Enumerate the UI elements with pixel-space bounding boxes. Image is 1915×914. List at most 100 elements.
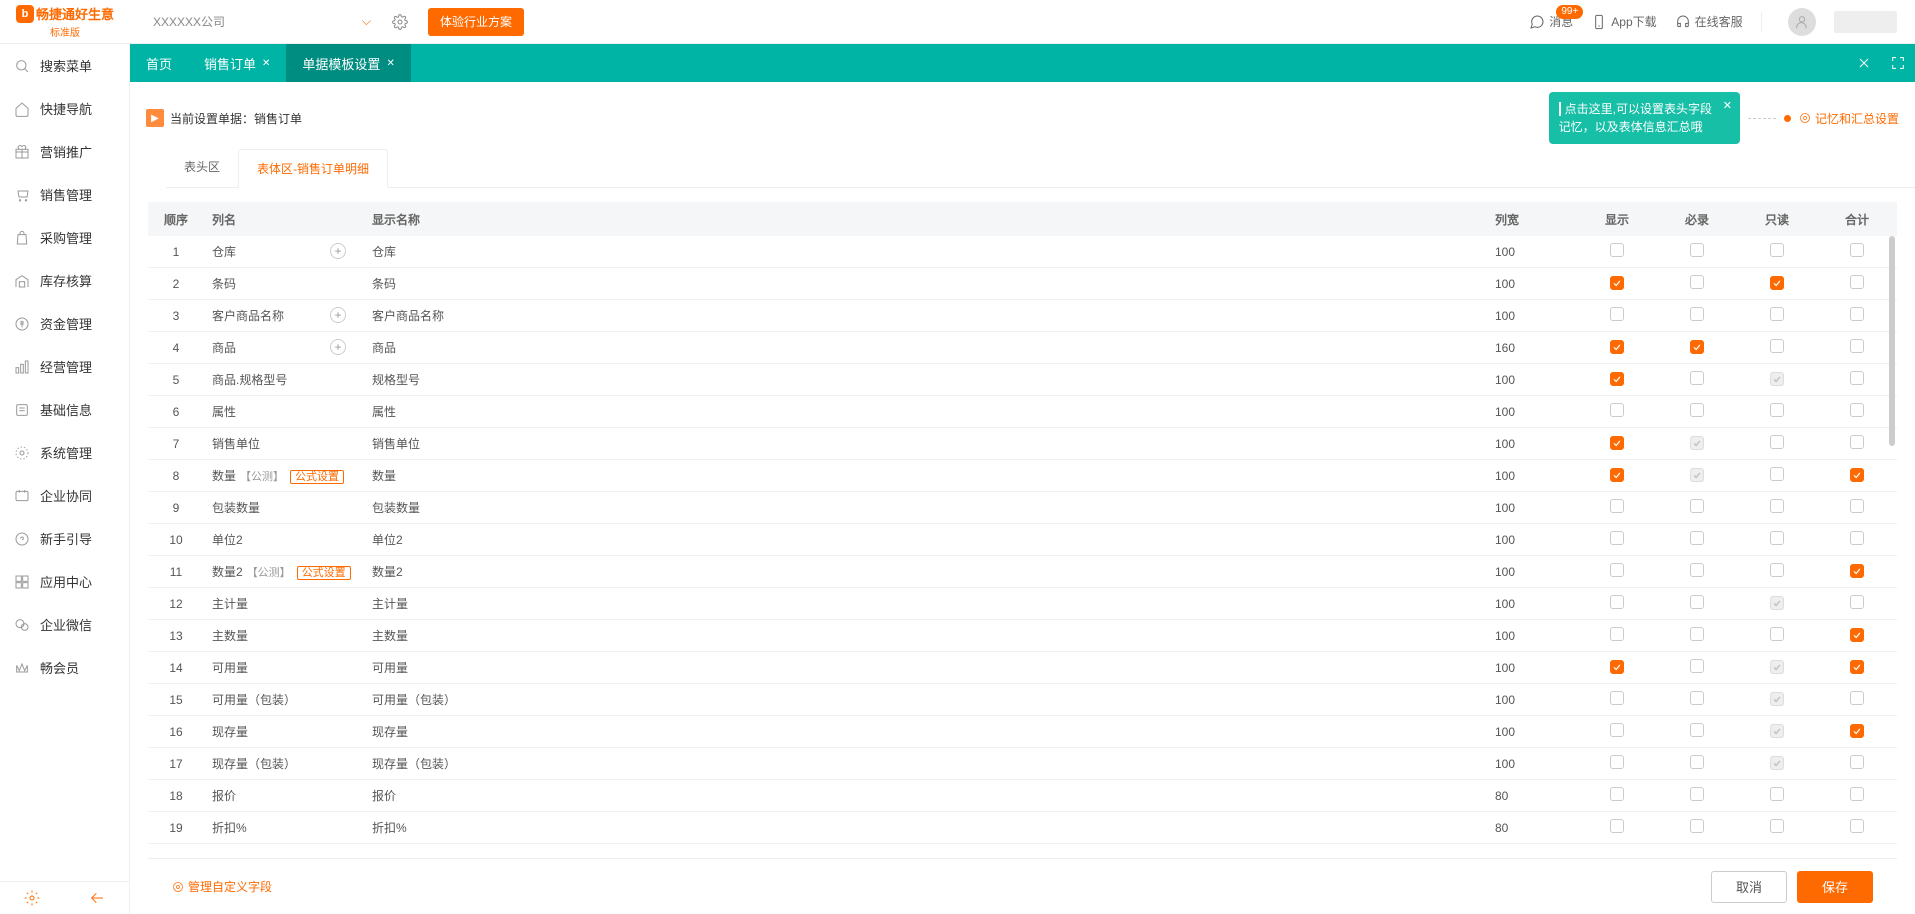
checkbox[interactable] — [1610, 595, 1624, 609]
cell-width[interactable]: 100 — [1487, 277, 1577, 291]
settings-button[interactable] — [388, 10, 412, 34]
tab-1[interactable]: 销售订单✕ — [188, 44, 286, 82]
checkbox[interactable] — [1690, 275, 1704, 289]
cell-width[interactable]: 100 — [1487, 693, 1577, 707]
checkbox[interactable] — [1610, 468, 1624, 482]
fullscreen-button[interactable] — [1881, 55, 1915, 71]
checkbox[interactable] — [1610, 403, 1624, 417]
cell-width[interactable]: 100 — [1487, 533, 1577, 547]
checkbox[interactable] — [1770, 724, 1784, 738]
checkbox[interactable] — [1690, 243, 1704, 257]
checkbox[interactable] — [1770, 435, 1784, 449]
cell-display[interactable]: 可用量（包装） — [364, 691, 1487, 708]
checkbox[interactable] — [1690, 627, 1704, 641]
checkbox[interactable] — [1850, 371, 1864, 385]
sidebar-item-12[interactable]: 应用中心 — [0, 560, 129, 603]
checkbox[interactable] — [1770, 276, 1784, 290]
cell-width[interactable]: 100 — [1487, 309, 1577, 323]
checkbox[interactable] — [1610, 723, 1624, 737]
checkbox[interactable] — [1770, 756, 1784, 770]
close-all-tabs[interactable] — [1847, 55, 1881, 71]
sidebar-item-10[interactable]: 企业协同 — [0, 474, 129, 517]
checkbox[interactable] — [1690, 691, 1704, 705]
checkbox[interactable] — [1690, 755, 1704, 769]
add-button[interactable]: + — [330, 339, 346, 355]
sidebar-item-11[interactable]: 新手引导 — [0, 517, 129, 560]
checkbox[interactable] — [1610, 819, 1624, 833]
checkbox[interactable] — [1770, 627, 1784, 641]
checkbox[interactable] — [1610, 787, 1624, 801]
cell-display[interactable]: 可用量 — [364, 659, 1487, 676]
scrollbar-thumb[interactable] — [1889, 236, 1895, 446]
cell-width[interactable]: 100 — [1487, 629, 1577, 643]
checkbox[interactable] — [1690, 340, 1704, 354]
messages-link[interactable]: 消息 99+ — [1529, 13, 1573, 30]
sidebar-item-7[interactable]: 经营管理 — [0, 345, 129, 388]
checkbox[interactable] — [1770, 307, 1784, 321]
save-button[interactable]: 保存 — [1797, 871, 1873, 903]
checkbox[interactable] — [1850, 691, 1864, 705]
cell-width[interactable]: 100 — [1487, 245, 1577, 259]
checkbox[interactable] — [1850, 468, 1864, 482]
checkbox[interactable] — [1850, 243, 1864, 257]
checkbox[interactable] — [1690, 403, 1704, 417]
cell-width[interactable]: 100 — [1487, 469, 1577, 483]
cell-width[interactable]: 100 — [1487, 597, 1577, 611]
checkbox[interactable] — [1610, 531, 1624, 545]
checkbox[interactable] — [1850, 595, 1864, 609]
sidebar-footer-collapse[interactable] — [65, 882, 130, 914]
checkbox[interactable] — [1610, 436, 1624, 450]
cell-display[interactable]: 折扣% — [364, 819, 1487, 836]
cell-display[interactable]: 单位2 — [364, 531, 1487, 548]
checkbox[interactable] — [1850, 787, 1864, 801]
cell-display[interactable]: 商品 — [364, 339, 1487, 356]
cell-width[interactable]: 100 — [1487, 437, 1577, 451]
checkbox[interactable] — [1770, 596, 1784, 610]
checkbox[interactable] — [1610, 372, 1624, 386]
checkbox[interactable] — [1850, 275, 1864, 289]
checkbox[interactable] — [1610, 660, 1624, 674]
checkbox[interactable] — [1610, 340, 1624, 354]
checkbox[interactable] — [1610, 307, 1624, 321]
cell-width[interactable]: 100 — [1487, 373, 1577, 387]
checkbox[interactable] — [1770, 372, 1784, 386]
avatar[interactable] — [1788, 8, 1816, 36]
tab-0[interactable]: 首页 — [130, 44, 188, 82]
sidebar-item-0[interactable]: 搜索菜单 — [0, 44, 129, 87]
cell-display[interactable]: 包装数量 — [364, 499, 1487, 516]
checkbox[interactable] — [1770, 339, 1784, 353]
checkbox[interactable] — [1690, 307, 1704, 321]
close-icon[interactable]: ✕ — [262, 58, 270, 69]
subtab-0[interactable]: 表头区 — [166, 148, 238, 187]
cell-width[interactable]: 160 — [1487, 341, 1577, 355]
add-button[interactable]: + — [330, 307, 346, 323]
checkbox[interactable] — [1850, 819, 1864, 833]
cell-display[interactable]: 主计量 — [364, 595, 1487, 612]
service-link[interactable]: 在线客服 — [1675, 13, 1743, 30]
solution-button[interactable]: 体验行业方案 — [428, 8, 524, 36]
checkbox[interactable] — [1850, 435, 1864, 449]
checkbox[interactable] — [1610, 276, 1624, 290]
checkbox[interactable] — [1850, 660, 1864, 674]
checkbox[interactable] — [1610, 691, 1624, 705]
checkbox[interactable] — [1690, 563, 1704, 577]
checkbox[interactable] — [1770, 819, 1784, 833]
sidebar-item-1[interactable]: 快捷导航 — [0, 87, 129, 130]
checkbox[interactable] — [1850, 339, 1864, 353]
context-handle[interactable]: ▶ — [146, 109, 164, 127]
cell-width[interactable]: 100 — [1487, 757, 1577, 771]
checkbox[interactable] — [1690, 787, 1704, 801]
checkbox[interactable] — [1610, 755, 1624, 769]
checkbox[interactable] — [1850, 307, 1864, 321]
cell-display[interactable]: 现存量（包装） — [364, 755, 1487, 772]
close-icon[interactable]: ✕ — [386, 58, 394, 69]
sidebar-footer-settings[interactable] — [0, 882, 65, 914]
sidebar-item-13[interactable]: 企业微信 — [0, 603, 129, 646]
sidebar-item-14[interactable]: 畅会员 — [0, 646, 129, 689]
checkbox[interactable] — [1610, 499, 1624, 513]
cell-display[interactable]: 条码 — [364, 275, 1487, 292]
checkbox[interactable] — [1770, 660, 1784, 674]
app-download-link[interactable]: App下载 — [1591, 13, 1656, 30]
sidebar-item-8[interactable]: 基础信息 — [0, 388, 129, 431]
checkbox[interactable] — [1690, 819, 1704, 833]
